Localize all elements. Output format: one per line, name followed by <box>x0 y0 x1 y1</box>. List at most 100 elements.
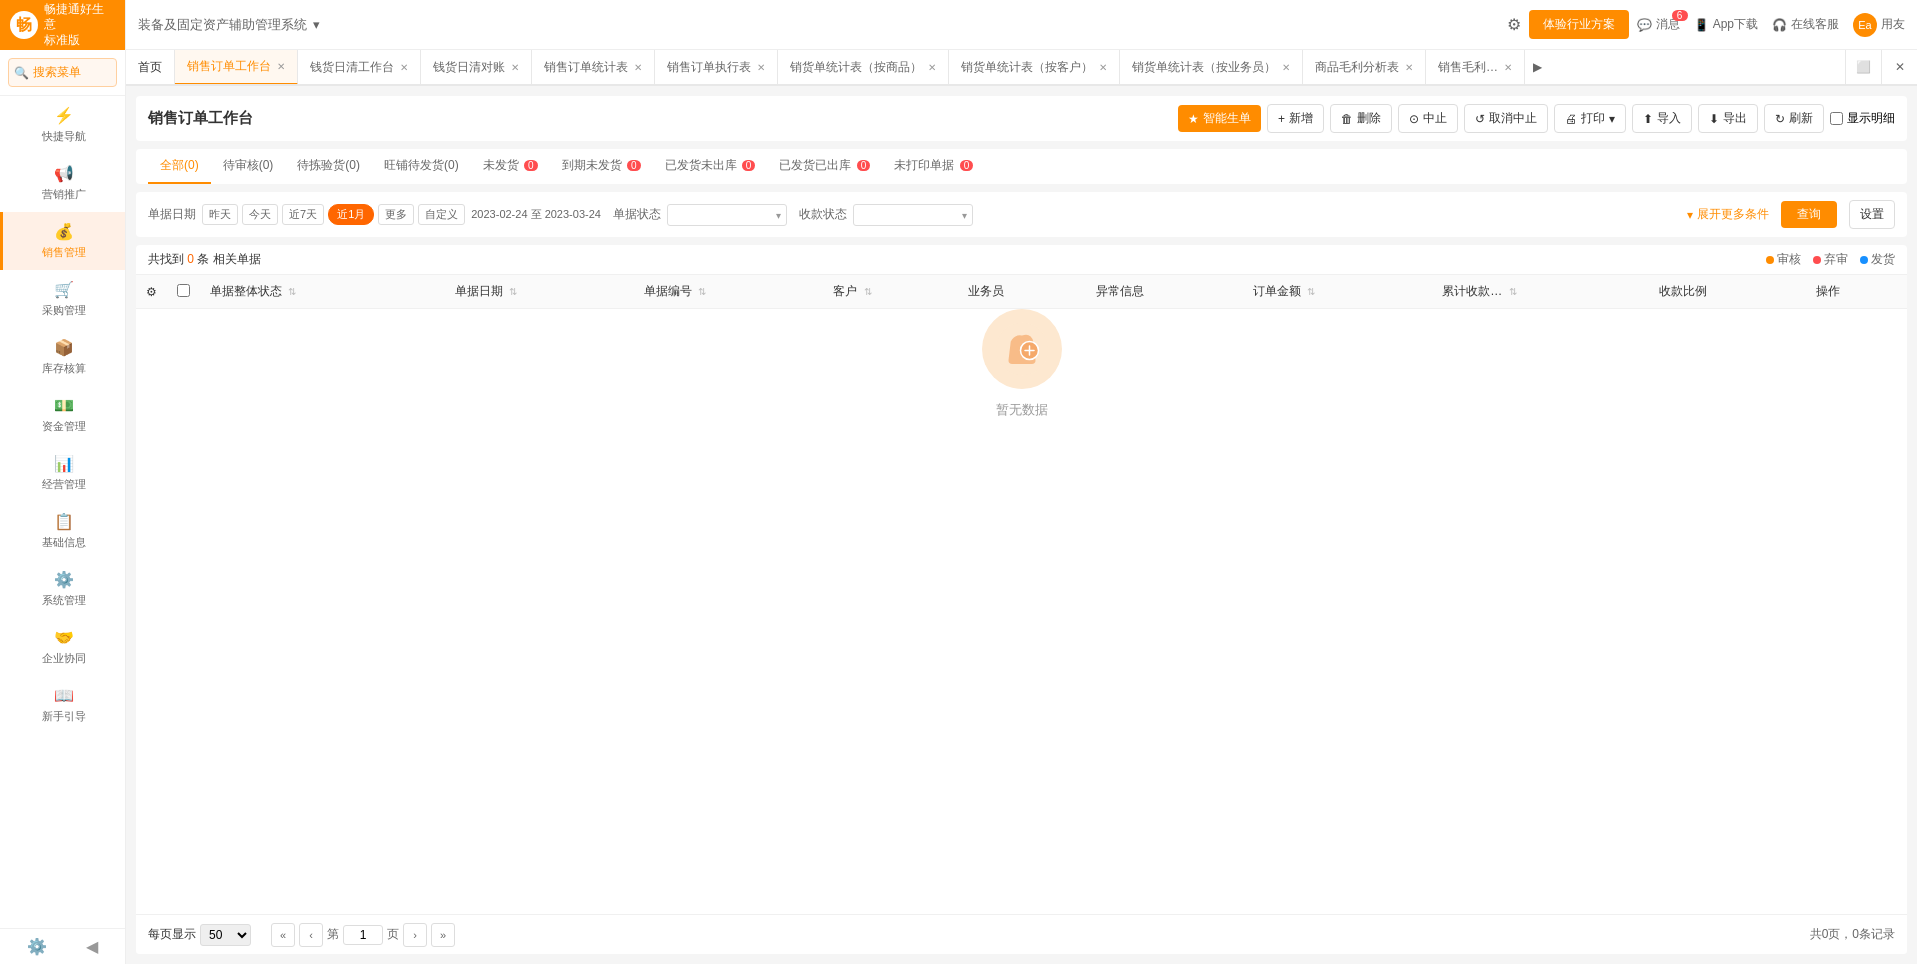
date-btn-today[interactable]: 今天 <box>242 204 278 225</box>
col-status[interactable]: 单据整体状态 ⇅ <box>200 275 445 309</box>
col-checkbox[interactable] <box>167 275 200 309</box>
smart-create-button[interactable]: ★ 智能生单 <box>1178 105 1261 132</box>
page-size-select[interactable]: 50 100 200 <box>200 924 251 946</box>
col-ratio[interactable]: 收款比例 <box>1649 275 1805 309</box>
sidebar-item-marketing[interactable]: 📢 营销推广 <box>0 154 125 212</box>
expand-filter-button[interactable]: ▾ 展开更多条件 <box>1687 206 1769 223</box>
date-btn-more[interactable]: 更多 <box>378 204 414 225</box>
status-select[interactable] <box>667 204 787 226</box>
settings-icon[interactable]: ⚙ <box>1507 15 1521 34</box>
col-amount[interactable]: 订单金额 ⇅ <box>1243 275 1432 309</box>
tab-close-gross-profit[interactable]: ✕ <box>1405 62 1413 73</box>
page-number-input[interactable] <box>343 925 383 945</box>
tab-close-order-execution[interactable]: ✕ <box>757 62 765 73</box>
tab-restore-button[interactable]: ⬜ <box>1845 50 1881 85</box>
export-button[interactable]: ⬇ 导出 <box>1698 104 1758 133</box>
sidebar-item-quick-nav[interactable]: ⚡ 快捷导航 <box>0 96 125 154</box>
chevron-down-icon[interactable]: ▾ <box>313 17 320 32</box>
payment-select[interactable] <box>853 204 973 226</box>
date-btn-custom[interactable]: 自定义 <box>418 204 465 225</box>
query-button[interactable]: 查询 <box>1781 201 1837 228</box>
page-last-button[interactable]: » <box>431 923 455 947</box>
sidebar-item-purchase[interactable]: 🛒 采购管理 <box>0 270 125 328</box>
date-btn-yesterday[interactable]: 昨天 <box>202 204 238 225</box>
page-first-button[interactable]: « <box>271 923 295 947</box>
tab-order-execution[interactable]: 销售订单执行表 ✕ <box>655 50 778 85</box>
col-abnormal[interactable]: 异常信息 <box>1086 275 1242 309</box>
select-all-checkbox[interactable] <box>177 284 190 297</box>
sub-tab-pending-review[interactable]: 待审核(0) <box>211 149 286 184</box>
tab-sales-margin[interactable]: 销售毛利… ✕ <box>1426 50 1525 85</box>
tab-sales-workbench[interactable]: 销售订单工作台 ✕ <box>175 50 298 85</box>
show-detail-checkbox[interactable] <box>1830 112 1843 125</box>
refresh-button[interactable]: ↻ 刷新 <box>1764 104 1824 133</box>
message-button[interactable]: 💬 消息 6 <box>1637 16 1680 33</box>
sidebar-item-guide[interactable]: 📖 新手引导 <box>0 676 125 734</box>
col-customer[interactable]: 客户 ⇅ <box>823 275 957 309</box>
sub-tab-pending-check[interactable]: 待拣验货(0) <box>285 149 372 184</box>
tab-close-all-button[interactable]: ✕ <box>1881 50 1917 85</box>
tab-home[interactable]: 首页 <box>126 50 175 85</box>
col-settings[interactable]: ⚙ <box>136 275 167 309</box>
tab-close-daily-clear[interactable]: ✕ <box>400 62 408 73</box>
tab-close-sales-by-salesperson[interactable]: ✕ <box>1282 62 1290 73</box>
tab-close-sales-by-product[interactable]: ✕ <box>928 62 936 73</box>
date-btn-1month[interactable]: 近1月 <box>328 204 374 225</box>
stop-button[interactable]: ⊙ 中止 <box>1398 104 1458 133</box>
col-date[interactable]: 单据日期 ⇅ <box>445 275 634 309</box>
online-service-button[interactable]: 🎧 在线客服 <box>1772 16 1839 33</box>
tab-gross-profit[interactable]: 商品毛利分析表 ✕ <box>1303 50 1426 85</box>
sub-tab-shipped-not-out[interactable]: 已发货未出库 0 <box>653 149 768 184</box>
sidebar-item-enterprise[interactable]: 🤝 企业协同 <box>0 618 125 676</box>
review-action-button[interactable]: 审核 <box>1766 251 1801 268</box>
tab-close-reconciliation[interactable]: ✕ <box>511 62 519 73</box>
tab-order-stats[interactable]: 销售订单统计表 ✕ <box>532 50 655 85</box>
sub-tab-overdue-not-shipped[interactable]: 到期未发货 0 <box>550 149 653 184</box>
sub-tab-not-printed[interactable]: 未打印单据 0 <box>882 149 985 184</box>
add-button[interactable]: + 新增 <box>1267 104 1324 133</box>
tab-close-sales-workbench[interactable]: ✕ <box>277 61 285 72</box>
print-button[interactable]: 🖨 打印 ▾ <box>1554 104 1626 133</box>
collapse-sidebar-icon[interactable]: ◀ <box>86 937 98 956</box>
setting-button[interactable]: 设置 <box>1849 200 1895 229</box>
page-next-button[interactable]: › <box>403 923 427 947</box>
search-menu-button[interactable]: 🔍 搜索菜单 <box>8 58 117 87</box>
col-operation[interactable]: 操作 <box>1806 275 1907 309</box>
tab-sales-by-product[interactable]: 销货单统计表（按商品） ✕ <box>778 50 949 85</box>
sub-tab-not-shipped[interactable]: 未发货 0 <box>471 149 550 184</box>
tab-reconciliation[interactable]: 钱货日清对账 ✕ <box>421 50 532 85</box>
sidebar-item-basic-info[interactable]: 📋 基础信息 <box>0 502 125 560</box>
sidebar-item-sales[interactable]: 💰 销售管理 <box>0 212 125 270</box>
sidebar-item-finance[interactable]: 💵 资金管理 <box>0 386 125 444</box>
topbar-right: 💬 消息 6 📱 App下载 🎧 在线客服 Ea 用友 <box>1637 13 1905 37</box>
col-number[interactable]: 单据编号 ⇅ <box>634 275 823 309</box>
sub-tab-wangpu-pending[interactable]: 旺铺待发货(0) <box>372 149 471 184</box>
tab-close-sales-by-customer[interactable]: ✕ <box>1099 62 1107 73</box>
sub-tab-all[interactable]: 全部(0) <box>148 149 211 184</box>
delete-button[interactable]: 🗑 删除 <box>1330 104 1392 133</box>
tab-sales-by-customer[interactable]: 销货单统计表（按客户） ✕ <box>949 50 1120 85</box>
show-detail-label[interactable]: 显示明细 <box>1830 110 1895 127</box>
settings-bottom-icon[interactable]: ⚙️ <box>27 937 47 956</box>
tab-close-order-stats[interactable]: ✕ <box>634 62 642 73</box>
cancel-stop-button[interactable]: ↺ 取消中止 <box>1464 104 1548 133</box>
solution-button[interactable]: 体验行业方案 <box>1529 10 1629 39</box>
tab-sales-by-salesperson[interactable]: 销货单统计表（按业务员） ✕ <box>1120 50 1303 85</box>
import-button[interactable]: ⬆ 导入 <box>1632 104 1692 133</box>
sidebar-item-system[interactable]: ⚙️ 系统管理 <box>0 560 125 618</box>
sidebar-item-operations[interactable]: 📊 经营管理 <box>0 444 125 502</box>
ship-action-button[interactable]: 发货 <box>1860 251 1895 268</box>
user-area[interactable]: Ea 用友 <box>1853 13 1905 37</box>
date-btn-7days[interactable]: 近7天 <box>282 204 324 225</box>
sub-tab-shipped-out[interactable]: 已发货已出库 0 <box>767 149 882 184</box>
tab-close-sales-margin[interactable]: ✕ <box>1504 62 1512 73</box>
tab-more-button[interactable]: ▶ <box>1525 50 1550 85</box>
cancel-review-action-button[interactable]: 弃审 <box>1813 251 1848 268</box>
col-collected[interactable]: 累计收款… ⇅ <box>1432 275 1649 309</box>
tab-daily-clear[interactable]: 钱货日清工作台 ✕ <box>298 50 421 85</box>
page-prev-button[interactable]: ‹ <box>299 923 323 947</box>
sort-date-icon: ⇅ <box>509 286 517 297</box>
sidebar-item-inventory[interactable]: 📦 库存核算 <box>0 328 125 386</box>
col-salesperson[interactable]: 业务员 <box>958 275 1087 309</box>
app-download-button[interactable]: 📱 App下载 <box>1694 16 1758 33</box>
